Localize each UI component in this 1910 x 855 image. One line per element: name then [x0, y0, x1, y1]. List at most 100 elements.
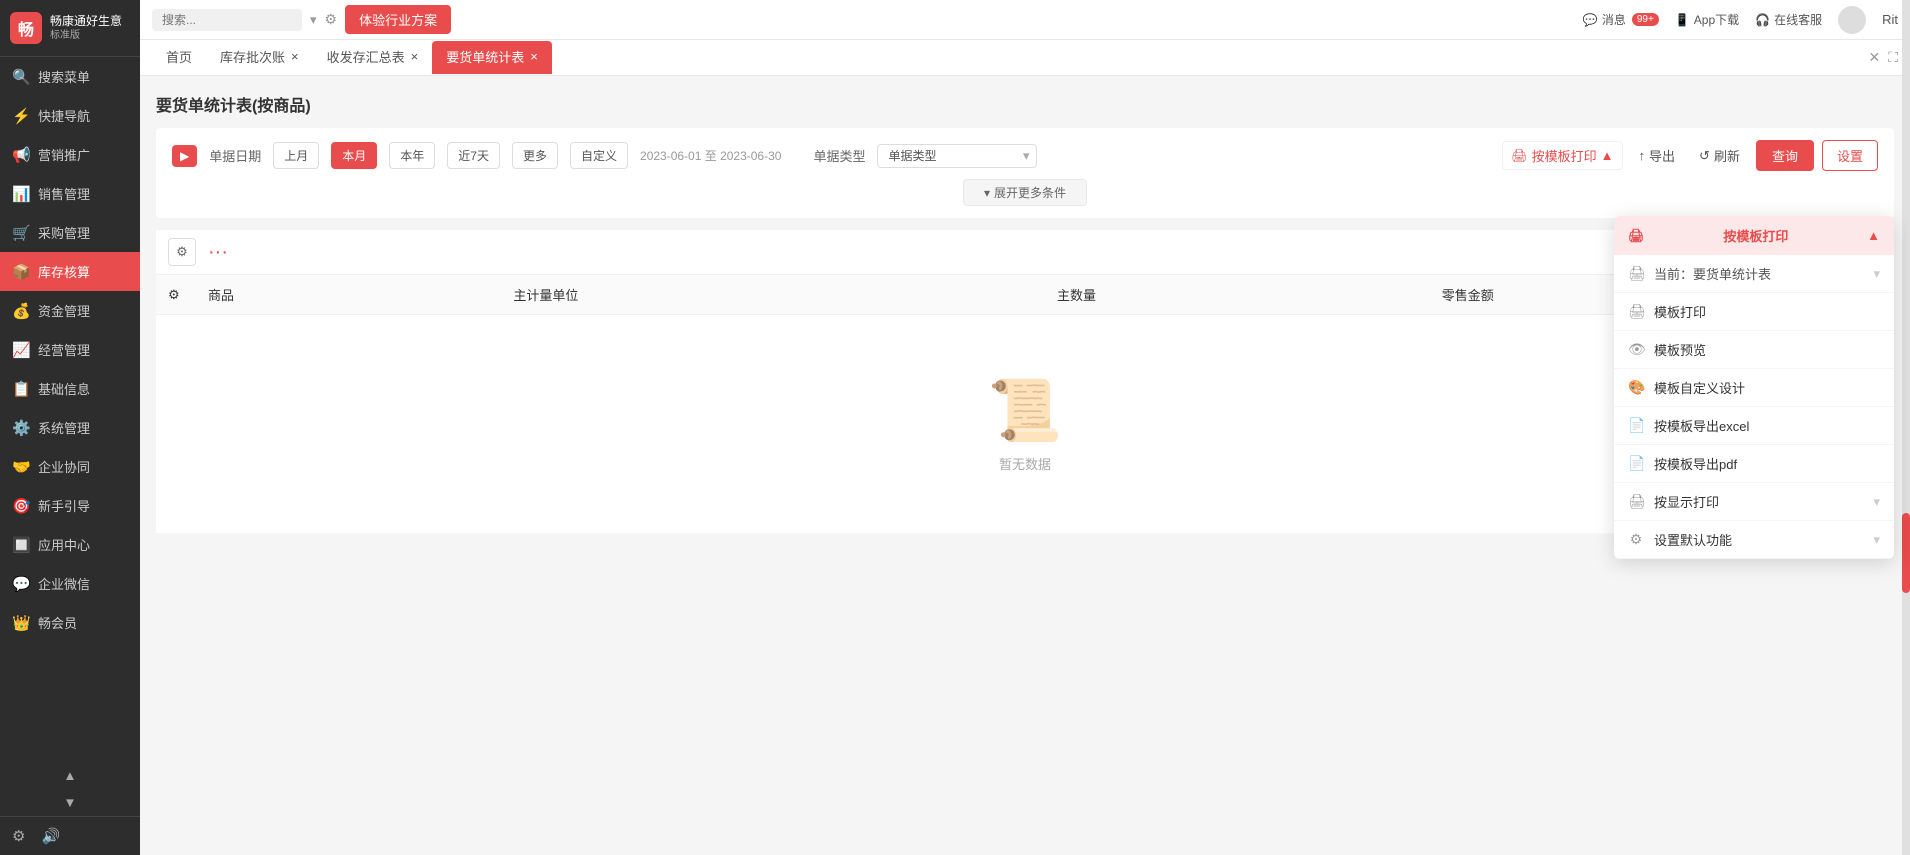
sidebar-item-basic[interactable]: 📋 基础信息: [0, 369, 140, 408]
sidebar-scroll-down[interactable]: ▼: [0, 789, 140, 816]
marketing-icon: 📢: [12, 146, 30, 164]
date-range-display: 2023-06-01 至 2023-06-30: [640, 147, 781, 164]
sidebar-item-quick-nav[interactable]: ⚡ 快捷导航: [0, 96, 140, 135]
sidebar-item-purchase[interactable]: 🛒 采购管理: [0, 213, 140, 252]
template-print-icon: 🖨: [1628, 303, 1644, 320]
empty-illustration: 📜: [988, 375, 1063, 446]
tab-batch-accounts[interactable]: 库存批次账 ×: [206, 41, 313, 74]
sidebar-item-guide[interactable]: 🎯 新手引导: [0, 486, 140, 525]
date-btn-more[interactable]: 更多: [512, 142, 558, 169]
operations-icon: 📈: [12, 341, 30, 359]
app-download-group[interactable]: 📱 App下载: [1675, 11, 1739, 28]
right-scrollbar[interactable]: [1902, 0, 1910, 855]
user-name: Rit: [1882, 12, 1898, 27]
window-close-btn[interactable]: ✕: [1868, 49, 1880, 66]
print-template-btn[interactable]: 🖨 按模板打印 ▲: [1502, 141, 1622, 170]
dropdown-display-print[interactable]: 🖨 按显示打印 ▾: [1614, 483, 1894, 521]
basic-icon: 📋: [12, 380, 30, 398]
online-service-group[interactable]: 🎧 在线客服: [1755, 11, 1822, 28]
tabs-bar: 首页 库存批次账 × 收发存汇总表 × 要货单统计表 × ✕ ⛶: [140, 40, 1910, 76]
query-btn[interactable]: 查询: [1756, 140, 1814, 171]
expand-more-btn[interactable]: ▾ 展开更多条件: [963, 179, 1087, 206]
print-chevron-up-icon: ▲: [1601, 148, 1614, 163]
tab-home[interactable]: 首页: [152, 41, 206, 74]
refresh-btn[interactable]: ↺ 刷新: [1691, 142, 1748, 169]
refresh-icon: ↺: [1699, 148, 1710, 164]
quick-nav-icon: ⚡: [12, 107, 30, 125]
dropdown-template-print[interactable]: 🖨 模板打印: [1614, 293, 1894, 331]
sidebar-item-wechat[interactable]: 💬 企业微信: [0, 564, 140, 603]
member-icon: 👑: [12, 614, 30, 632]
set-default-icon: ⚙: [1628, 531, 1644, 548]
window-maximize-btn[interactable]: ⛶: [1888, 49, 1898, 66]
dropdown-template-design[interactable]: 🎨 模板自定义设计: [1614, 369, 1894, 407]
app-center-icon: 🔲: [12, 536, 30, 554]
settings-footer-icon[interactable]: ⚙: [12, 827, 25, 845]
dropdown-template-preview[interactable]: 👁 模板预览: [1614, 331, 1894, 369]
volume-footer-icon[interactable]: 🔊: [41, 827, 60, 845]
sidebar-search[interactable]: 🔍 搜索菜单: [0, 57, 140, 96]
template-preview-icon: 👁: [1628, 341, 1644, 358]
system-icon: ⚙️: [12, 419, 30, 437]
print-template-dropdown: 🖨 按模板打印 ▲ 🖨 当前：要货单统计表 ▾ 🖨 模板打印 👁 模板预览: [1614, 216, 1894, 559]
expand-chevron-icon: ▾: [984, 186, 990, 200]
topbar-gear-icon[interactable]: ⚙: [325, 11, 338, 28]
filter-expand-arrow[interactable]: ▶: [172, 145, 197, 167]
date-btn-this-month[interactable]: 本月: [331, 142, 377, 169]
sidebar-item-app-center[interactable]: 🔲 应用中心: [0, 525, 140, 564]
sidebar-item-operations[interactable]: 📈 经营管理: [0, 330, 140, 369]
tab-batch-accounts-close[interactable]: ×: [291, 50, 299, 63]
gear-icon: ⚙: [176, 244, 188, 260]
sidebar-item-inventory[interactable]: 📦 库存核算: [0, 252, 140, 291]
date-btn-custom[interactable]: 自定义: [570, 142, 628, 169]
export-excel-icon: 📄: [1628, 417, 1644, 434]
sidebar: 畅 畅康通好生意 标准版 🔍 搜索菜单 ⚡ 快捷导航 📢 营销推广 📊 销售管理…: [0, 0, 140, 855]
guide-icon: 🎯: [12, 497, 30, 515]
dropdown-header: 🖨 按模板打印 ▲: [1614, 216, 1894, 255]
sidebar-item-enterprise[interactable]: 🤝 企业协同: [0, 447, 140, 486]
tab-receipt-summary-close[interactable]: ×: [411, 50, 419, 63]
dropdown-export-pdf[interactable]: 📄 按模板导出pdf: [1614, 445, 1894, 483]
date-btn-7days[interactable]: 近7天: [447, 142, 500, 169]
dropdown-title-icon: 🖨: [1628, 228, 1645, 244]
dropdown-up-arrow[interactable]: ▲: [1867, 228, 1880, 243]
dropdown-set-default[interactable]: ⚙ 设置默认功能 ▾: [1614, 521, 1894, 559]
sidebar-item-marketing[interactable]: 📢 营销推广: [0, 135, 140, 174]
date-btn-last-month[interactable]: 上月: [273, 142, 319, 169]
order-type-select[interactable]: 单据类型: [877, 144, 1037, 168]
filter-row-date: ▶ 单据日期 上月 本月 本年 近7天 更多 自定义 2023-06-01 至 …: [172, 140, 1878, 171]
purchase-icon: 🛒: [12, 224, 30, 242]
sidebar-item-finance[interactable]: 💰 资金管理: [0, 291, 140, 330]
export-pdf-icon: 📄: [1628, 455, 1644, 472]
sidebar-item-member[interactable]: 👑 畅会员: [0, 603, 140, 642]
user-avatar[interactable]: [1838, 6, 1866, 34]
tab-order-stats[interactable]: 要货单统计表 ×: [432, 41, 552, 74]
settings-col-icon: ⚙: [168, 287, 180, 302]
more-options-btn[interactable]: ···: [208, 241, 228, 264]
col-product: 商品: [196, 275, 501, 315]
app-logo-icon: 畅: [10, 12, 42, 44]
topbar: ▾ ⚙ 体验行业方案 💬 消息 99+ 📱 App下载 🎧 在线客服 Rit: [140, 0, 1910, 40]
table-gear-btn[interactable]: ⚙: [168, 238, 196, 266]
messages-group[interactable]: 💬 消息 99+: [1583, 11, 1659, 28]
app-logo-text: 畅康通好生意 标准版: [50, 13, 122, 44]
set-default-arrow: ▾: [1873, 532, 1880, 548]
tab-receipt-summary[interactable]: 收发存汇总表 ×: [313, 41, 433, 74]
window-controls: ✕ ⛶: [1868, 49, 1898, 66]
sidebar-item-system[interactable]: ⚙️ 系统管理: [0, 408, 140, 447]
settings-btn[interactable]: 设置: [1822, 140, 1878, 171]
dropdown-current-template[interactable]: 🖨 当前：要货单统计表 ▾: [1614, 255, 1894, 293]
sidebar-footer: ⚙ 🔊: [0, 816, 140, 855]
dropdown-export-excel[interactable]: 📄 按模板导出excel: [1614, 407, 1894, 445]
topbar-chevron-icon[interactable]: ▾: [310, 12, 317, 28]
sidebar-nav: ⚡ 快捷导航 📢 营销推广 📊 销售管理 🛒 采购管理 📦 库存核算 💰 资金管…: [0, 96, 140, 762]
sidebar-scroll-up[interactable]: ▲: [0, 762, 140, 789]
scrollbar-thumb: [1902, 513, 1910, 593]
sales-icon: 📊: [12, 185, 30, 203]
sidebar-item-sales[interactable]: 📊 销售管理: [0, 174, 140, 213]
experience-btn[interactable]: 体验行业方案: [345, 5, 451, 34]
tab-order-stats-close[interactable]: ×: [530, 50, 538, 63]
date-btn-this-year[interactable]: 本年: [389, 142, 435, 169]
export-btn[interactable]: ↑ 导出: [1631, 142, 1684, 169]
topbar-search-input[interactable]: [152, 9, 302, 31]
